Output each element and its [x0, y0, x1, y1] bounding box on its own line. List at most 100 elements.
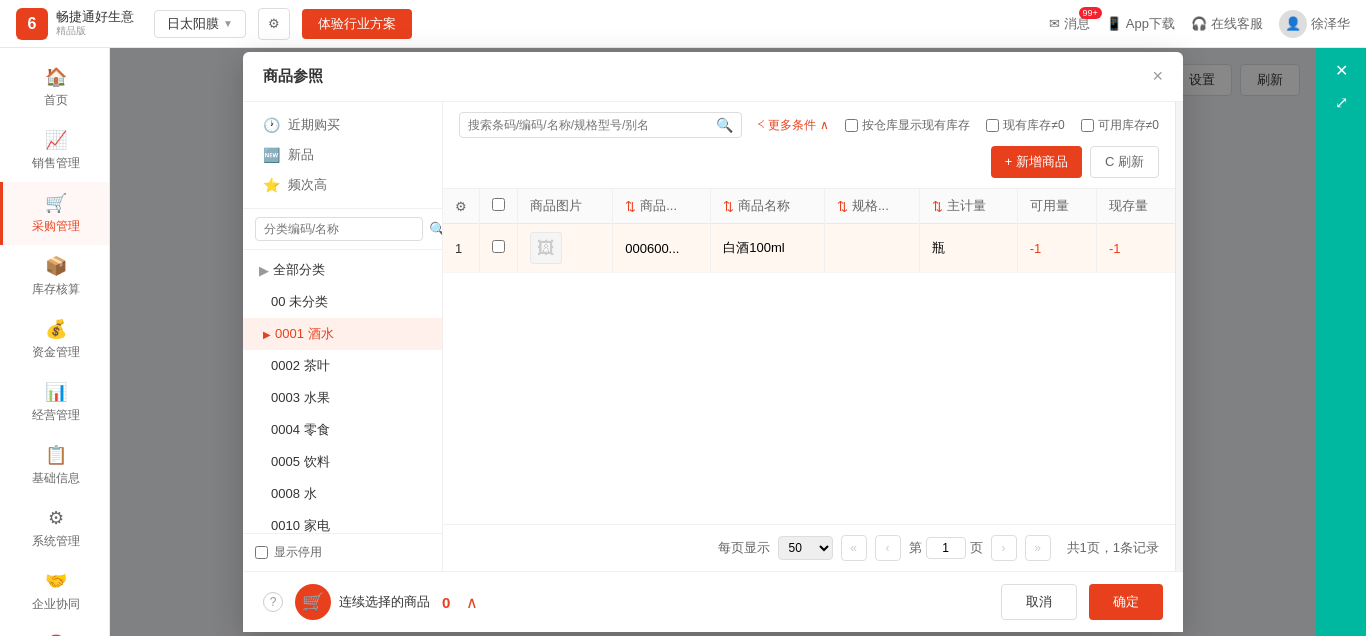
more-filter-button[interactable]: ⧼ 更多条件 ∧: [750, 113, 837, 138]
collapse-cart-button[interactable]: ∧: [466, 593, 478, 612]
search-icon[interactable]: 🔍: [716, 117, 733, 133]
category-item-00[interactable]: 00 未分类: [243, 286, 442, 318]
store-selector[interactable]: 日太阳膜 ▼: [154, 10, 246, 38]
message-icon: ✉: [1049, 16, 1060, 31]
pagination-bar: 每页显示 50 10 20 100 « ‹ 第: [443, 524, 1175, 571]
help-icon[interactable]: ?: [263, 592, 283, 612]
cb-available-nonzero[interactable]: 现有库存≠0: [986, 117, 1064, 134]
row-checkbox[interactable]: [492, 240, 505, 253]
sidebar-item-operations[interactable]: 📊 经营管理: [0, 371, 109, 434]
category-item-0004[interactable]: 0004 零食: [243, 414, 442, 446]
th-checkbox: [480, 189, 518, 224]
operations-icon: 📊: [45, 381, 67, 403]
display-disabled-checkbox[interactable]: [255, 546, 268, 559]
category-item-0008[interactable]: 0008 水: [243, 478, 442, 510]
table-row[interactable]: 1 🖼: [443, 224, 1175, 273]
th-spec: ⇅ 规格...: [825, 189, 920, 224]
search-input-wrap: 🔍: [459, 112, 742, 138]
quick-link-new[interactable]: 🆕 新品: [255, 140, 430, 170]
category-item-0003[interactable]: 0003 水果: [243, 382, 442, 414]
filter-arrow-icon: ∧: [820, 118, 829, 132]
category-label-0005: 0005 饮料: [271, 453, 330, 471]
sidebar-item-enterprise[interactable]: 🤝 企业协同: [0, 560, 109, 623]
system-icon: ⚙: [48, 507, 64, 529]
th-stock: 现存量: [1096, 189, 1175, 224]
quick-link-frequent[interactable]: ⭐ 频次高: [255, 170, 430, 200]
category-search-icon[interactable]: 🔍: [429, 221, 443, 237]
sidebar-item-guide[interactable]: 🎯 新手引导: [0, 623, 109, 636]
sidebar-item-sales[interactable]: 📈 销售管理: [0, 119, 109, 182]
settings-button[interactable]: ⚙: [258, 8, 290, 40]
th-settings[interactable]: ⚙: [443, 189, 480, 224]
trial-button[interactable]: 体验行业方案: [302, 9, 412, 39]
cell-image: 🖼: [518, 224, 613, 273]
main-layout: 🏠 首页 📈 销售管理 🛒 采购管理 📦 库存核算 💰 资金管理 📊 经营管理 …: [0, 48, 1366, 636]
th-code: ⇅ 商品...: [613, 189, 711, 224]
modal-body: 🕐 近期购买 🆕 新品 ⭐ 频次高: [243, 102, 1183, 571]
modal-close-button[interactable]: ×: [1152, 66, 1163, 87]
online-service[interactable]: 🎧 在线客服: [1191, 15, 1263, 33]
select-all-checkbox[interactable]: [492, 198, 505, 211]
user-area[interactable]: 👤 徐泽华: [1279, 10, 1350, 38]
cart-button[interactable]: 🛒: [295, 584, 331, 620]
next-page-button[interactable]: ›: [991, 535, 1017, 561]
confirm-button[interactable]: 确定: [1089, 584, 1163, 620]
app-icon: 📱: [1106, 16, 1122, 31]
avatar: 👤: [1279, 10, 1307, 38]
recent-icon: 🕐: [263, 117, 280, 133]
first-page-button[interactable]: «: [841, 535, 867, 561]
category-item-0010[interactable]: 0010 家电: [243, 510, 442, 533]
per-page-label: 每页显示: [718, 539, 770, 557]
category-label-0002: 0002 茶叶: [271, 357, 330, 375]
display-disabled-area: 显示停用: [243, 533, 442, 571]
finance-icon: 💰: [45, 318, 67, 340]
cell-unit: 瓶: [920, 224, 1018, 273]
th-available: 可用量: [1017, 189, 1096, 224]
cart-icon-symbol: 🛒: [302, 591, 324, 613]
modal-dialog: 商品参照 × 🕐 近期购买 🆕: [243, 52, 1183, 632]
product-table: ⚙ 商品图片: [443, 189, 1175, 273]
cell-stock: -1: [1096, 224, 1175, 273]
cb-stock-by-warehouse[interactable]: 按仓库显示现有库存: [845, 117, 970, 134]
category-label-00: 00 未分类: [271, 293, 328, 311]
last-page-button[interactable]: »: [1025, 535, 1051, 561]
refresh-button[interactable]: C 刷新: [1090, 146, 1159, 178]
sidebar-item-finance[interactable]: 💰 资金管理: [0, 308, 109, 371]
category-search-input[interactable]: [255, 217, 423, 241]
quick-link-recent[interactable]: 🕐 近期购买: [255, 110, 430, 140]
total-info: 共1页，1条记录: [1067, 539, 1159, 557]
sidebar-item-basic-info[interactable]: 📋 基础信息: [0, 434, 109, 497]
store-dropdown-icon: ▼: [223, 18, 233, 29]
per-page-select[interactable]: 50 10 20 100: [778, 536, 833, 560]
notification-area[interactable]: ✉ 消息 99+: [1049, 15, 1090, 33]
cancel-button[interactable]: 取消: [1001, 584, 1077, 620]
column-settings-icon[interactable]: ⚙: [455, 199, 467, 214]
page-number-input[interactable]: [926, 537, 966, 559]
inventory-icon: 📦: [45, 255, 67, 277]
header-right: ✉ 消息 99+ 📱 App下载 🎧 在线客服 👤 徐泽华: [1049, 10, 1350, 38]
filter-checkboxes: 按仓库显示现有库存 现有库存≠0 可用库存≠0: [845, 117, 1159, 134]
sort-icon: ⇅: [625, 199, 636, 214]
display-disabled-label[interactable]: 显示停用: [274, 544, 322, 561]
sidebar-item-inventory[interactable]: 📦 库存核算: [0, 245, 109, 308]
category-item-0001[interactable]: ▶ 0001 酒水: [243, 318, 442, 350]
add-product-button[interactable]: + 新增商品: [991, 146, 1082, 178]
new-icon: 🆕: [263, 147, 280, 163]
purchase-icon: 🛒: [45, 192, 67, 214]
prev-page-button[interactable]: ‹: [875, 535, 901, 561]
category-item-0005[interactable]: 0005 饮料: [243, 446, 442, 478]
cb-usable-nonzero[interactable]: 可用库存≠0: [1081, 117, 1159, 134]
category-item-all[interactable]: ▶ 全部分类: [243, 254, 442, 286]
product-search-input[interactable]: [468, 118, 710, 132]
sidebar-item-purchase[interactable]: 🛒 采购管理: [0, 182, 109, 245]
category-label-0010: 0010 家电: [271, 517, 330, 533]
content-panel: 🔍 ⧼ 更多条件 ∧ 按仓库显示现有库存: [443, 102, 1175, 571]
home-icon: 🏠: [45, 66, 67, 88]
sidebar-item-system[interactable]: ⚙ 系统管理: [0, 497, 109, 560]
right-panel-close[interactable]: ✕: [1323, 56, 1359, 84]
quick-links-section: 🕐 近期购买 🆕 新品 ⭐ 频次高: [243, 102, 442, 209]
right-panel-expand[interactable]: ⤢: [1323, 88, 1359, 116]
sidebar-item-home[interactable]: 🏠 首页: [0, 56, 109, 119]
category-item-0002[interactable]: 0002 茶叶: [243, 350, 442, 382]
app-download[interactable]: 📱 App下载: [1106, 15, 1175, 33]
